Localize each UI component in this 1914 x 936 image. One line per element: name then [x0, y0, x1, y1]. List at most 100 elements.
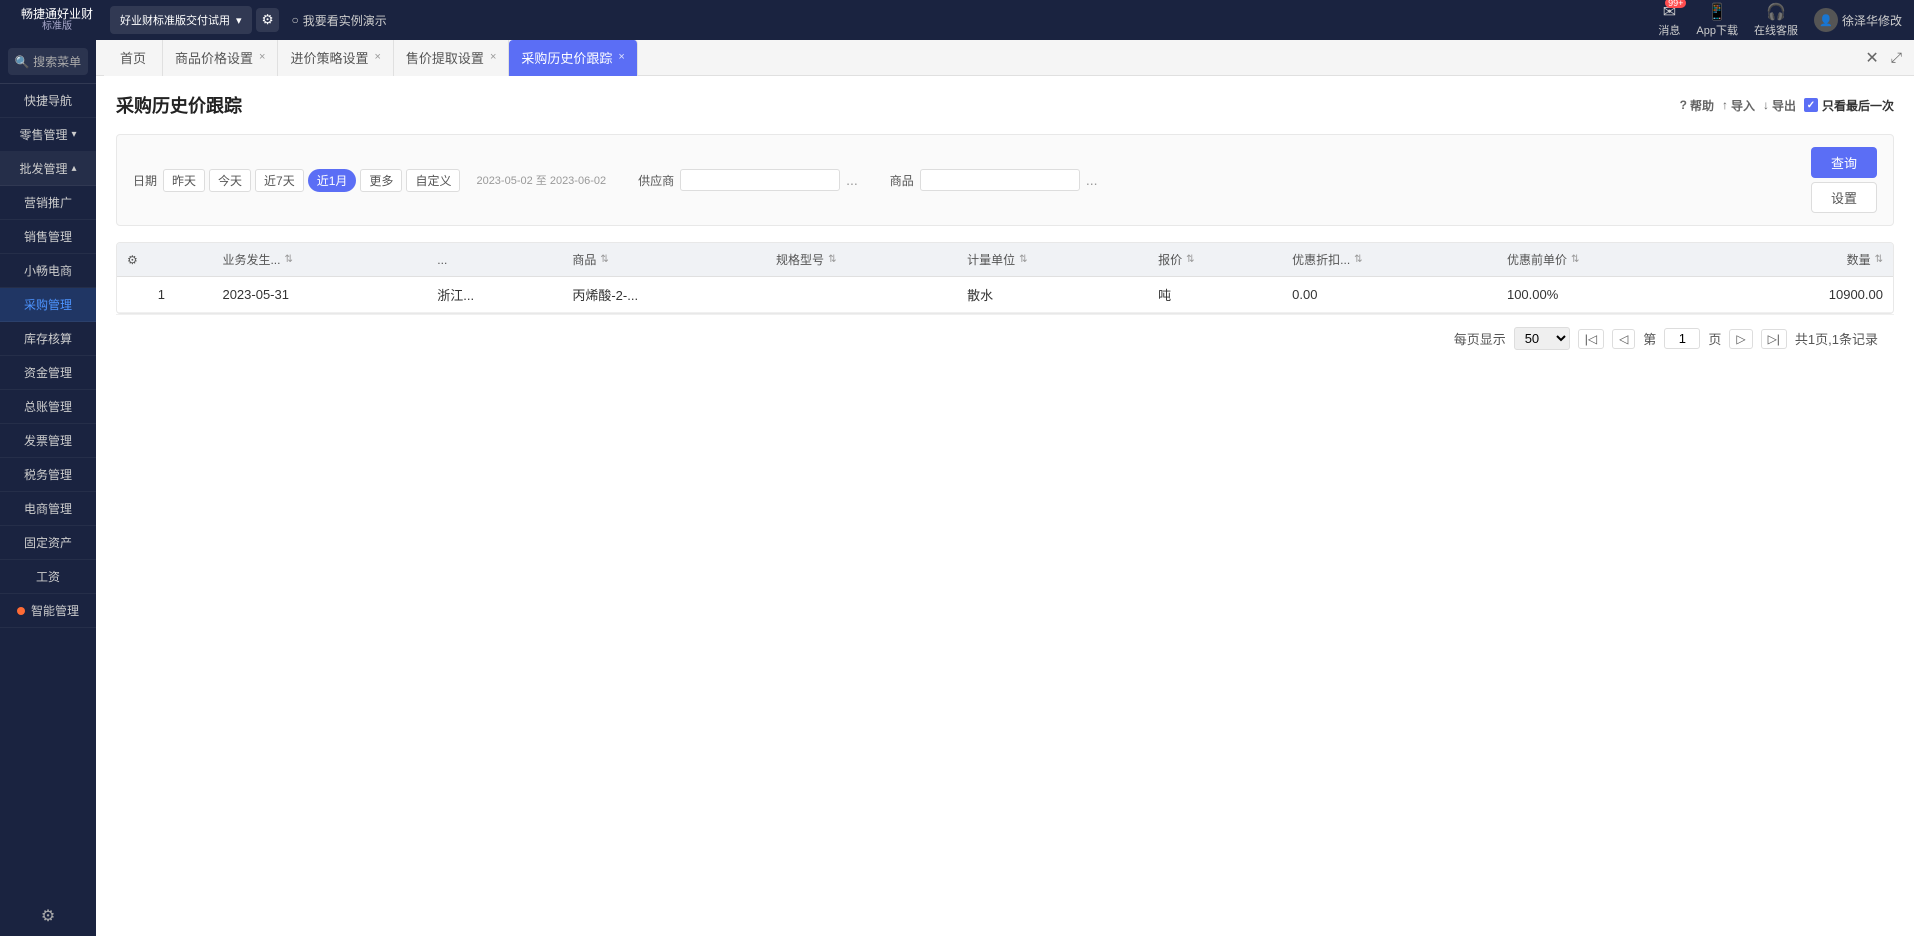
td-unit: 散水 [957, 277, 1148, 313]
page-number-input[interactable] [1664, 328, 1700, 349]
th-unit[interactable]: 计量单位 ⇅ [957, 243, 1148, 277]
date-btn-1month[interactable]: 近1月 [308, 169, 357, 192]
sidebar-item-invoice[interactable]: 发票管理 [0, 424, 96, 458]
date-btn-more[interactable]: 更多 [360, 169, 402, 192]
th-gear[interactable]: ⚙ [117, 243, 148, 277]
sidebar-item-ecommerce[interactable]: 电商管理 [0, 492, 96, 526]
app-download-label: App下载 [1696, 22, 1738, 38]
supplier-input[interactable] [680, 169, 840, 191]
date-btn-7days[interactable]: 近7天 [255, 169, 304, 192]
goods-filter-label: 商品 [890, 172, 914, 189]
only-last-label: 只看最后一次 [1822, 97, 1894, 114]
th-goods[interactable]: 商品 ⇅ [562, 243, 766, 277]
th-quantity[interactable]: 数量 ⇅ [1717, 243, 1893, 277]
per-page-select[interactable]: 50 10 20 100 [1514, 327, 1570, 350]
sidebar-item-salary[interactable]: 工资 [0, 560, 96, 594]
logo-title: 畅捷通好业财 [21, 7, 93, 21]
th-discount[interactable]: 优惠折扣... ⇅ [1282, 243, 1497, 277]
th-spec[interactable]: 规格型号 ⇅ [766, 243, 957, 277]
sidebar-item-wholesale[interactable]: 批发管理 ▴ [0, 152, 96, 186]
td-before-price: 10900.00 [1717, 277, 1893, 313]
next-page-button[interactable]: ▷ [1729, 329, 1752, 349]
last-page-button[interactable]: ▷| [1761, 329, 1787, 349]
filter-bar: 日期 昨天 今天 近7天 近1月 更多 自定义 2023-05-02 至 202… [116, 134, 1894, 226]
sidebar-item-inventory[interactable]: 库存核算 [0, 322, 96, 356]
tab-sale-price[interactable]: 售价提取设置 × [394, 40, 509, 76]
phone-icon: 📱 [1707, 2, 1727, 22]
only-last-checkbox-label[interactable]: ✓ 只看最后一次 [1804, 97, 1894, 114]
online-service-label: 在线客服 [1754, 22, 1798, 38]
tab-goods-price-close[interactable]: × [259, 52, 265, 63]
th-price[interactable]: 报价 ⇅ [1148, 243, 1282, 277]
th-before-price[interactable]: 优惠前单价 ⇅ [1497, 243, 1717, 277]
sidebar-item-retail[interactable]: 零售管理 ▾ [0, 118, 96, 152]
chevron-icon: ▾ [71, 129, 76, 140]
sidebar-item-quicknav[interactable]: 快捷导航 [0, 84, 96, 118]
total-info: 共1页,1条记录 [1795, 329, 1878, 348]
purchase-label: 采购管理 [24, 296, 72, 313]
th-date[interactable]: 业务发生... ⇅ [212, 243, 427, 277]
sales-label: 销售管理 [24, 228, 72, 245]
supplier-dots[interactable]: ... [846, 172, 858, 188]
help-icon: ? [1680, 98, 1687, 112]
sort-icon-goods: ⇅ [600, 254, 608, 265]
only-last-checkbox[interactable]: ✓ [1804, 98, 1818, 112]
export-link[interactable]: ↓ 导出 [1763, 97, 1796, 114]
invoice-label: 发票管理 [24, 432, 72, 449]
chevron-up-icon: ▴ [71, 163, 76, 174]
first-page-button[interactable]: |◁ [1578, 329, 1604, 349]
search-menu-button[interactable]: 🔍 搜索菜单 [8, 48, 88, 75]
chevron-down-icon: ▾ [236, 14, 242, 27]
help-link[interactable]: ? 帮助 [1680, 97, 1714, 114]
tab-goods-price[interactable]: 商品价格设置 × [163, 40, 278, 76]
message-button[interactable]: ✉ 消息 99+ [1658, 2, 1680, 38]
import-link[interactable]: ↑ 导入 [1722, 97, 1755, 114]
close-tab-button[interactable]: ✕ [1861, 48, 1882, 68]
sidebar-item-smart[interactable]: 智能管理 [0, 594, 96, 628]
sidebar-item-general-ledger[interactable]: 总账管理 [0, 390, 96, 424]
tab-purchase-strategy[interactable]: 进价策略设置 × [278, 40, 393, 76]
tab-home-label: 首页 [120, 48, 146, 67]
tab-sale-price-close[interactable]: × [490, 52, 496, 63]
sidebar-gear-button[interactable]: ⚙ [0, 896, 96, 936]
date-btn-yesterday[interactable]: 昨天 [163, 169, 205, 192]
inventory-label: 库存核算 [24, 330, 72, 347]
goods-input[interactable] [920, 169, 1080, 191]
td-index: 1 [148, 277, 213, 313]
sort-icon-discount: ⇅ [1354, 254, 1362, 265]
sidebar-item-marketing[interactable]: 营销推广 [0, 186, 96, 220]
sidebar-item-finance[interactable]: 资金管理 [0, 356, 96, 390]
sort-icon-price: ⇅ [1186, 254, 1194, 265]
date-btn-today[interactable]: 今天 [209, 169, 251, 192]
online-service-button[interactable]: 🎧 在线客服 [1754, 2, 1798, 38]
tabs-actions: ✕ ⤢ [1861, 48, 1906, 68]
tab-purchase-history[interactable]: 采购历史价跟踪 × [509, 40, 637, 76]
expand-tab-button[interactable]: ⤢ [1887, 49, 1906, 66]
page-title-text: 采购历史价跟踪 [116, 92, 242, 118]
setting-button[interactable]: 设置 [1811, 182, 1877, 213]
tab-purchase-history-close[interactable]: × [618, 52, 624, 63]
sidebar-item-purchase[interactable]: 采购管理 [0, 288, 96, 322]
th-index [148, 243, 213, 277]
main-layout: 🔍 搜索菜单 快捷导航 零售管理 ▾ 批发管理 ▴ 营销推广 销售管理 小畅电商… [0, 40, 1914, 936]
edition-selector[interactable]: 好业财标准版交付试用 ▾ [110, 6, 252, 34]
prev-page-button[interactable]: ◁ [1612, 329, 1635, 349]
user-menu-button[interactable]: 👤 徐泽华修改 [1814, 8, 1902, 32]
import-icon: ↑ [1722, 98, 1728, 112]
assets-label: 固定资产 [24, 534, 72, 551]
demo-button[interactable]: ○ 我要看实例演示 [291, 12, 386, 29]
sidebar-item-assets[interactable]: 固定资产 [0, 526, 96, 560]
goods-dots[interactable]: ... [1086, 172, 1098, 188]
date-btn-custom[interactable]: 自定义 [406, 169, 460, 192]
settings-icon-button[interactable]: ⚙ [256, 8, 280, 32]
sidebar-item-ecommerce-small[interactable]: 小畅电商 [0, 254, 96, 288]
app-download-button[interactable]: 📱 App下载 [1696, 2, 1738, 38]
tab-home[interactable]: 首页 [104, 40, 163, 76]
page-title-actions: ? 帮助 ↑ 导入 ↓ 导出 ✓ 只看最后一次 [1680, 97, 1894, 114]
th-more[interactable]: ... [427, 243, 562, 277]
tab-purchase-strategy-close[interactable]: × [374, 52, 380, 63]
sidebar-item-tax[interactable]: 税务管理 [0, 458, 96, 492]
date-range-text: 2023-05-02 至 2023-06-02 [476, 172, 606, 188]
sidebar-item-sales[interactable]: 销售管理 [0, 220, 96, 254]
query-button[interactable]: 查询 [1811, 147, 1877, 178]
